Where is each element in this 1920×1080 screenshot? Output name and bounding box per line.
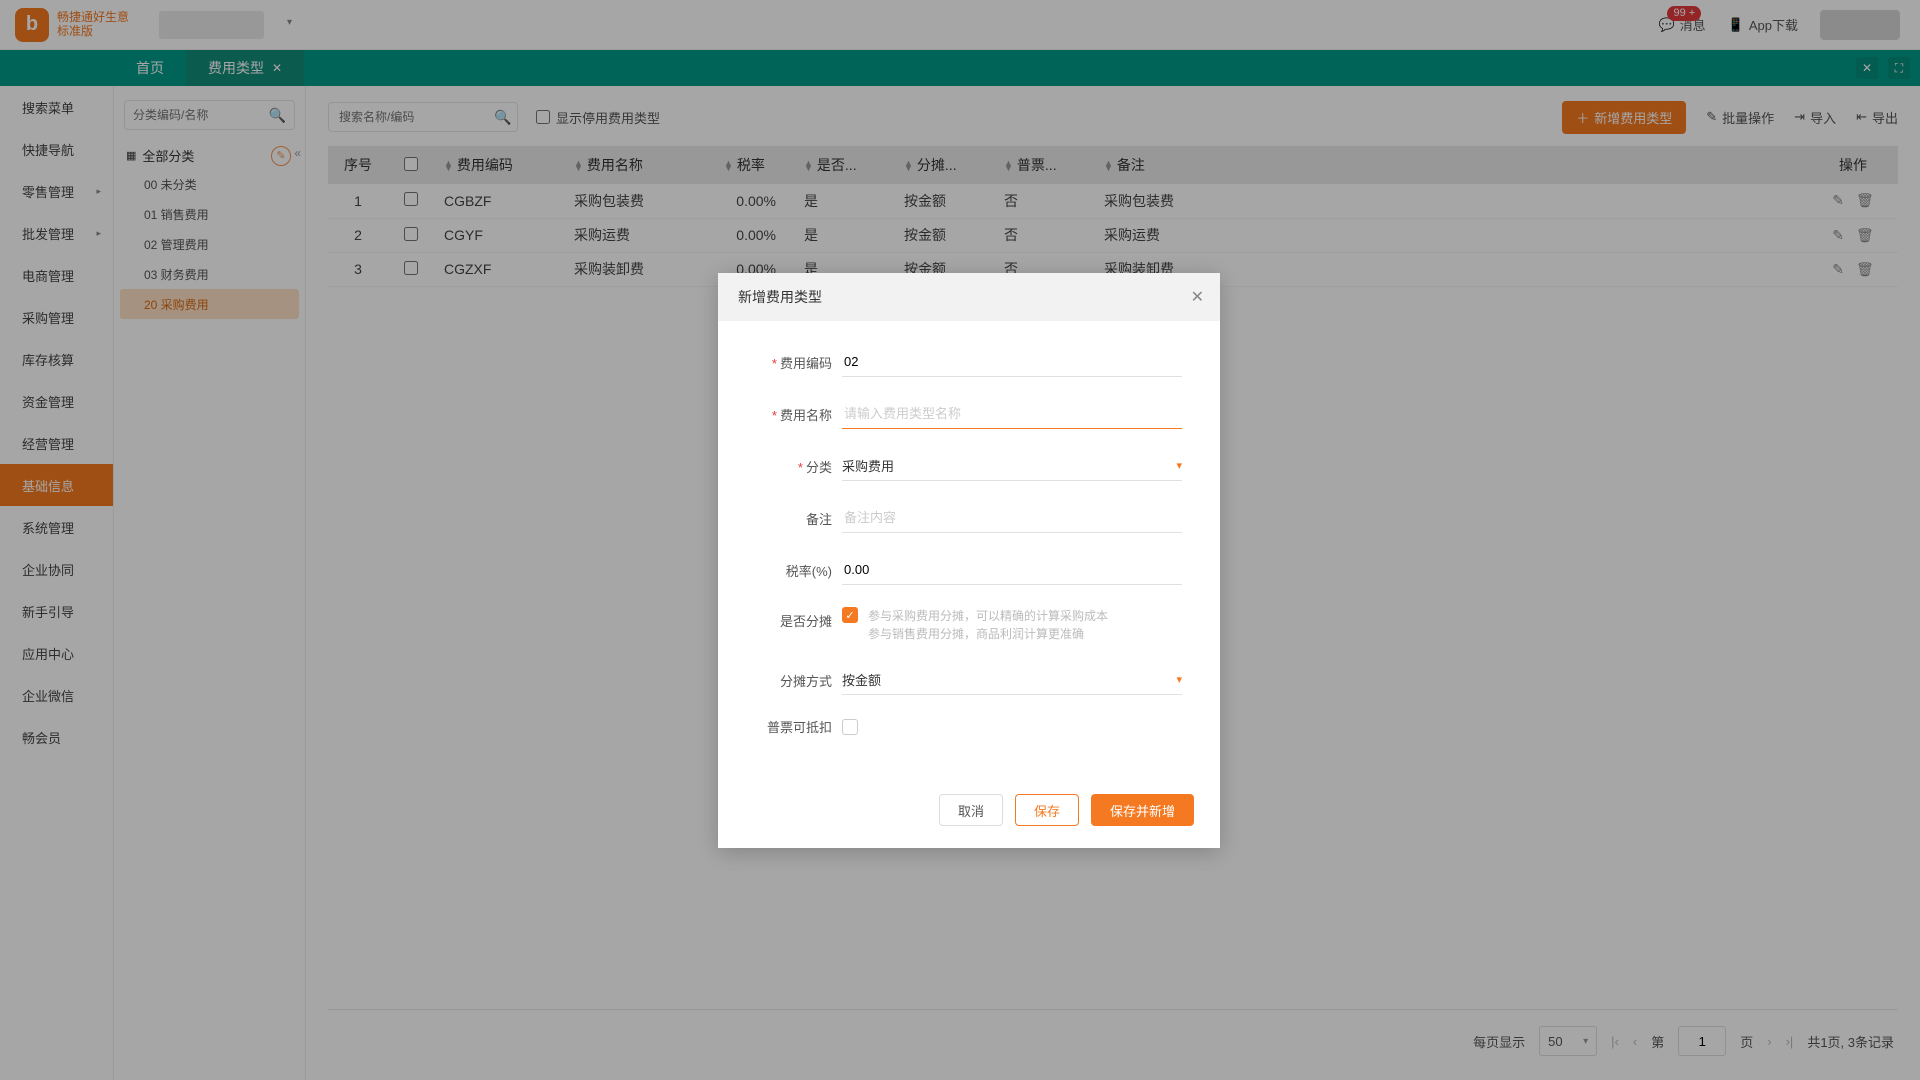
remark-input[interactable] [842,503,1182,533]
save-and-new-button[interactable]: 保存并新增 [1091,794,1194,826]
allocation-method-select[interactable]: 按金额▾ [842,665,1182,695]
category-select[interactable]: 采购费用▾ [842,451,1182,481]
allocation-checkbox[interactable]: ✓ [842,607,858,623]
fee-code-input[interactable] [842,347,1182,377]
save-button[interactable]: 保存 [1015,794,1079,826]
tax-rate-input[interactable] [842,555,1182,585]
add-fee-type-modal: 新增费用类型 ✕ *费用编码 *费用名称 *分类 采购费用▾ 备注 税率(%) … [718,273,1220,848]
chevron-down-icon: ▾ [1176,459,1182,472]
fee-name-input[interactable] [842,399,1182,429]
close-icon[interactable]: ✕ [1191,287,1204,307]
cancel-button[interactable]: 取消 [939,794,1003,826]
allocation-hint: 参与采购费用分摊，可以精确的计算采购成本 参与销售费用分摊，商品利润计算更准确 [868,607,1108,643]
ticket-deduct-checkbox[interactable] [842,719,858,735]
modal-header: 新增费用类型 ✕ [718,273,1220,321]
chevron-down-icon: ▾ [1176,673,1182,686]
